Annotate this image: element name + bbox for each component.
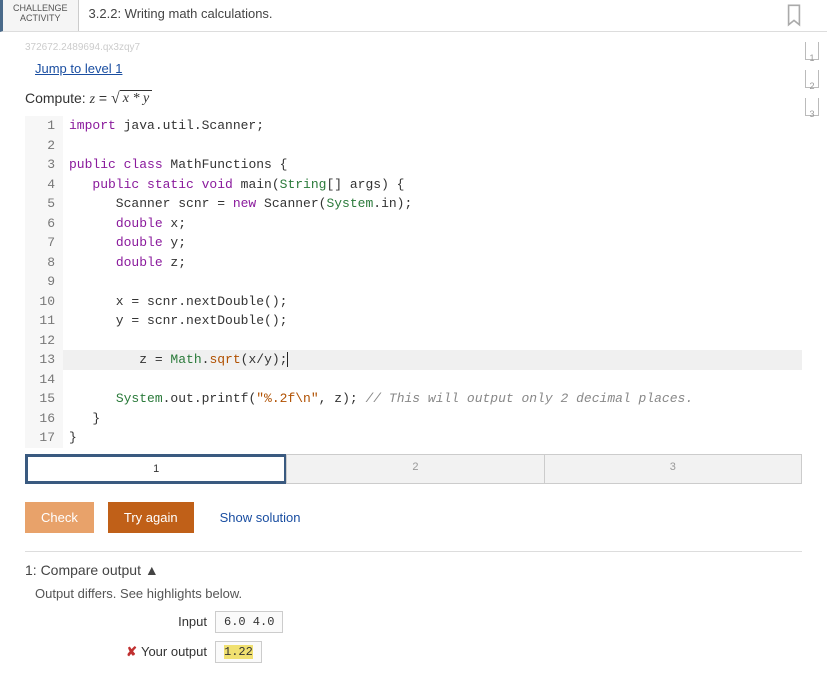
code-line[interactable]: 15 System.out.printf("%.2f\n", z); // Th…	[25, 389, 802, 409]
line-number: 2	[25, 136, 63, 156]
line-number: 17	[25, 428, 63, 448]
code-line[interactable]: 3public class MathFunctions {	[25, 155, 802, 175]
line-number: 8	[25, 253, 63, 273]
bookmark-icon[interactable]	[781, 0, 807, 31]
code-content[interactable]: double z;	[63, 253, 802, 273]
show-solution-link[interactable]: Show solution	[220, 510, 301, 525]
code-line[interactable]: 5 Scanner scnr = new Scanner(System.in);	[25, 194, 802, 214]
divider	[25, 551, 802, 552]
activity-title: 3.2.2: Writing math calculations.	[79, 0, 283, 31]
diff-message: Output differs. See highlights below.	[25, 586, 802, 601]
step-tabs: 1 2 3	[25, 454, 802, 484]
line-number: 15	[25, 389, 63, 409]
code-line[interactable]: 13 z = Math.sqrt(x/y);	[25, 350, 802, 370]
code-line[interactable]: 11 y = scnr.nextDouble();	[25, 311, 802, 331]
code-line[interactable]: 12	[25, 331, 802, 351]
line-number: 13	[25, 350, 63, 370]
code-content[interactable]	[63, 331, 802, 351]
code-line[interactable]: 16 }	[25, 409, 802, 429]
code-content[interactable]: import java.util.Scanner;	[63, 116, 802, 136]
line-number: 4	[25, 175, 63, 195]
line-number: 12	[25, 331, 63, 351]
your-output-value: 1.22	[215, 641, 262, 663]
your-output-label: ✘Your output	[125, 644, 215, 660]
line-number: 10	[25, 292, 63, 312]
code-content[interactable]: }	[63, 409, 802, 429]
code-line[interactable]: 9	[25, 272, 802, 292]
line-number: 11	[25, 311, 63, 331]
code-line[interactable]: 1import java.util.Scanner;	[25, 116, 802, 136]
code-line[interactable]: 6 double x;	[25, 214, 802, 234]
code-content[interactable]: y = scnr.nextDouble();	[63, 311, 802, 331]
code-content[interactable]: public class MathFunctions {	[63, 155, 802, 175]
code-content[interactable]: double y;	[63, 233, 802, 253]
code-line[interactable]: 10 x = scnr.nextDouble();	[25, 292, 802, 312]
code-content[interactable]	[63, 272, 802, 292]
progress-sidebar: 1 2 3	[805, 42, 819, 116]
code-content[interactable]: double x;	[63, 214, 802, 234]
line-number: 7	[25, 233, 63, 253]
code-content[interactable]: System.out.printf("%.2f\n", z); // This …	[63, 389, 802, 409]
code-line[interactable]: 2	[25, 136, 802, 156]
line-number: 1	[25, 116, 63, 136]
line-number: 16	[25, 409, 63, 429]
tiny-id: 372672.2489694.qx3zqy7	[25, 42, 802, 53]
line-number: 5	[25, 194, 63, 214]
try-again-button[interactable]: Try again	[108, 502, 194, 533]
line-number: 9	[25, 272, 63, 292]
code-content[interactable]	[63, 136, 802, 156]
code-content[interactable]: Scanner scnr = new Scanner(System.in);	[63, 194, 802, 214]
code-content[interactable]: z = Math.sqrt(x/y);	[63, 350, 802, 370]
code-content[interactable]	[63, 370, 802, 390]
step-tab-1[interactable]: 1	[25, 454, 287, 484]
side-step-2: 2	[805, 70, 819, 88]
line-number: 6	[25, 214, 63, 234]
code-line[interactable]: 8 double z;	[25, 253, 802, 273]
chevron-up-icon: ▲	[145, 562, 159, 578]
compare-output-header[interactable]: 1: Compare output ▲	[25, 562, 802, 578]
code-editor[interactable]: 1import java.util.Scanner;23public class…	[25, 116, 802, 448]
input-label: Input	[125, 614, 215, 629]
challenge-badge: CHALLENGE ACTIVITY	[3, 0, 79, 31]
jump-to-level-link[interactable]: Jump to level 1	[35, 61, 122, 76]
side-step-3: 3	[805, 98, 819, 116]
side-step-1: 1	[805, 42, 819, 60]
code-content[interactable]: x = scnr.nextDouble();	[63, 292, 802, 312]
line-number: 3	[25, 155, 63, 175]
code-line[interactable]: 17}	[25, 428, 802, 448]
step-tab-3[interactable]: 3	[544, 454, 802, 484]
input-value: 6.0 4.0	[215, 611, 283, 633]
compute-prompt: Compute: z = √x * y	[25, 90, 802, 108]
line-number: 14	[25, 370, 63, 390]
code-line[interactable]: 7 double y;	[25, 233, 802, 253]
x-mark-icon: ✘	[126, 644, 137, 659]
code-line[interactable]: 4 public static void main(String[] args)…	[25, 175, 802, 195]
step-tab-2[interactable]: 2	[286, 454, 544, 484]
code-line[interactable]: 14	[25, 370, 802, 390]
code-content[interactable]: }	[63, 428, 802, 448]
check-button[interactable]: Check	[25, 502, 94, 533]
code-content[interactable]: public static void main(String[] args) {	[63, 175, 802, 195]
